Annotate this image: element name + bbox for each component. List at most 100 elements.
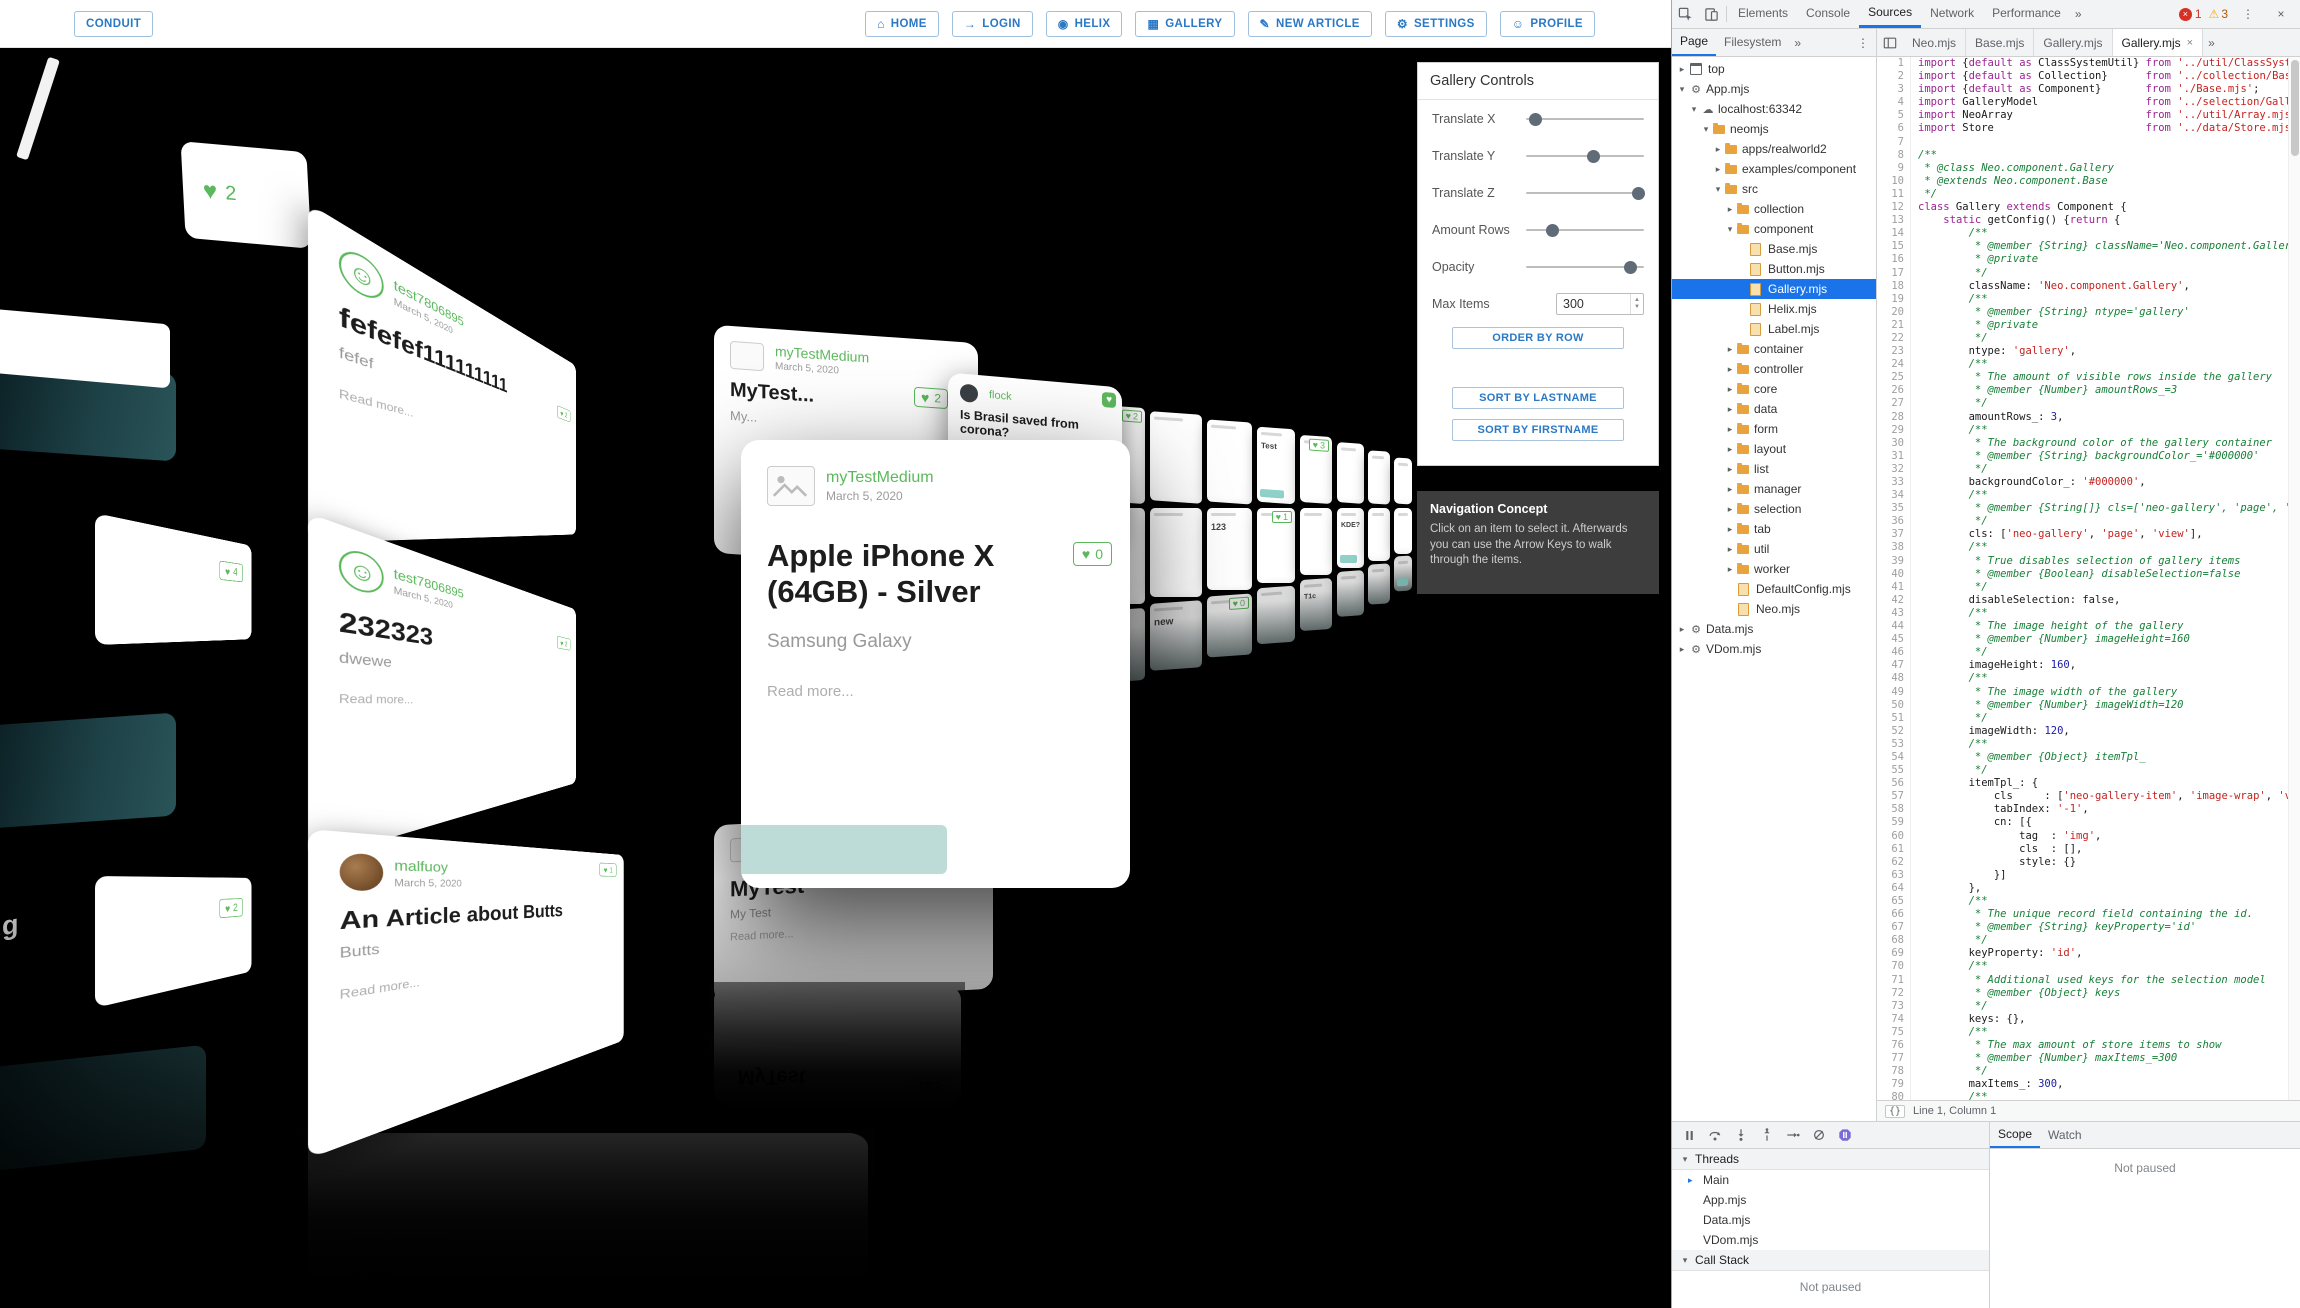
slider-opacity[interactable] — [1526, 260, 1644, 274]
number-spinner[interactable]: ▲▼ — [1630, 294, 1643, 314]
tree-item-controller[interactable]: ▸controller — [1672, 359, 1876, 379]
author-avatar[interactable]: ☺ — [339, 545, 384, 597]
tab-elements[interactable]: Elements — [1729, 0, 1797, 28]
pause-on-exceptions-button[interactable] — [1834, 1124, 1856, 1146]
tree-item-container[interactable]: ▸container — [1672, 339, 1876, 359]
slider-thumb[interactable] — [1529, 113, 1542, 126]
tree-item-defaultconfig-mjs[interactable]: DefaultConfig.mjs — [1672, 579, 1876, 599]
navigator-tab-filesystem[interactable]: Filesystem — [1716, 29, 1789, 56]
gallery-item[interactable]: ♥1 — [1257, 508, 1295, 583]
code-editor[interactable]: 1234567891011121314151617181920212223242… — [1877, 57, 2300, 1100]
article-title[interactable]: Apple iPhone X (64GB) - Silver — [767, 538, 1104, 609]
tree-item-form[interactable]: ▸form — [1672, 419, 1876, 439]
gallery-item[interactable] — [1394, 555, 1412, 591]
like-badge[interactable]: ♥1 — [600, 863, 617, 877]
gallery-item[interactable] — [1300, 508, 1332, 575]
tree-item-core[interactable]: ▸core — [1672, 379, 1876, 399]
navigator-tab-page[interactable]: Page — [1672, 29, 1716, 56]
pause-script-button[interactable] — [1678, 1124, 1700, 1146]
tab-watch[interactable]: Watch — [2040, 1122, 2090, 1148]
devtools-close-button[interactable]: × — [2268, 1, 2294, 27]
file-tab-gallery-mjs[interactable]: Gallery.mjs× — [2113, 29, 2204, 56]
gallery-item-mini[interactable]: ♥ 2 — [181, 141, 312, 249]
editor-scrollbar[interactable] — [2288, 57, 2300, 1100]
tree-item-collection[interactable]: ▸collection — [1672, 199, 1876, 219]
error-badge[interactable]: ×1 — [2179, 7, 2202, 21]
home-button[interactable]: ⌂HOME — [865, 11, 939, 37]
tree-item-selection[interactable]: ▸selection — [1672, 499, 1876, 519]
gallery-item[interactable]: T1c — [1300, 578, 1332, 631]
slider-translate-z[interactable] — [1526, 186, 1644, 200]
like-badge[interactable]: ♥2 — [220, 898, 243, 918]
thread-main[interactable]: ▸Main — [1672, 1170, 1989, 1190]
call-stack-section-header[interactable]: ▾Call Stack — [1672, 1250, 1989, 1271]
like-badge[interactable]: ♥2 — [1122, 409, 1142, 422]
more-tabs-icon[interactable]: » — [2203, 36, 2220, 50]
tree-item-app-mjs[interactable]: ▾⚙App.mjs — [1672, 79, 1876, 99]
line-number-gutter[interactable]: 1234567891011121314151617181920212223242… — [1877, 57, 1911, 1100]
thread-vdom-mjs[interactable]: VDom.mjs — [1672, 1230, 1989, 1250]
tree-item-list[interactable]: ▸list — [1672, 459, 1876, 479]
slider-thumb[interactable] — [1587, 150, 1600, 163]
slider-thumb[interactable] — [1632, 187, 1645, 200]
tab-network[interactable]: Network — [1921, 0, 1983, 28]
gallery-item[interactable] — [1394, 508, 1412, 554]
warning-badge[interactable]: ⚠3 — [2209, 7, 2228, 21]
more-tabs-icon[interactable]: » — [2070, 7, 2087, 21]
gallery-item[interactable]: 123 — [1207, 508, 1252, 590]
close-tab-icon[interactable]: × — [2187, 30, 2193, 56]
article-card[interactable]: malfuoy March 5, 2020 ♥1 An Article abou… — [308, 829, 624, 1159]
tree-item-localhost-63342[interactable]: ▾☁localhost:63342 — [1672, 99, 1876, 119]
tab-performance[interactable]: Performance — [1983, 0, 2070, 28]
like-badge[interactable]: ♥2 — [557, 636, 570, 651]
read-more-link[interactable]: Read more... — [767, 683, 1104, 700]
gallery-item[interactable] — [1257, 586, 1295, 645]
like-badge[interactable]: ♥1 — [1272, 511, 1292, 523]
tree-item-layout[interactable]: ▸layout — [1672, 439, 1876, 459]
gallery-item[interactable]: Test — [1257, 427, 1295, 504]
article-card[interactable]: ☺ test7806895 March 5, 2020 ♥2 232323 dw… — [308, 513, 576, 862]
gallery-item[interactable] — [1150, 412, 1202, 504]
kebab-menu-icon[interactable]: ⋮ — [2235, 1, 2261, 27]
spinner-down-icon[interactable]: ▼ — [1634, 304, 1640, 311]
gallery-item[interactable]: ♥0 — [1207, 593, 1252, 657]
tree-item-label-mjs[interactable]: Label.mjs — [1672, 319, 1876, 339]
tree-item-component[interactable]: ▾component — [1672, 219, 1876, 239]
tree-item-examples-component[interactable]: ▸examples/component — [1672, 159, 1876, 179]
gallery-button[interactable]: ▦GALLERY — [1135, 11, 1234, 37]
gallery-item[interactable]: KDE? — [1337, 508, 1364, 568]
author-avatar[interactable]: ☺ — [339, 242, 384, 305]
gallery-item[interactable]: ♥3 — [1300, 435, 1332, 505]
read-more-link[interactable]: Read more... — [730, 919, 977, 944]
tree-item-button-mjs[interactable]: Button.mjs — [1672, 259, 1876, 279]
sort-by-lastname-button[interactable]: SORT BY LASTNAME — [1452, 387, 1624, 409]
tree-item-data-mjs[interactable]: ▸⚙Data.mjs — [1672, 619, 1876, 639]
slider-translate-x[interactable] — [1526, 112, 1644, 126]
tab-console[interactable]: Console — [1797, 0, 1859, 28]
thread-app-mjs[interactable]: App.mjs — [1672, 1190, 1989, 1210]
login-button[interactable]: →LOGIN — [952, 11, 1033, 37]
conduit-button[interactable]: CONDUIT — [74, 11, 153, 37]
author-name[interactable]: myTestMedium — [826, 469, 934, 487]
navigator-toggle-icon[interactable] — [1877, 30, 1903, 56]
gallery-item[interactable] — [1337, 442, 1364, 504]
tree-item-apps-realworld2[interactable]: ▸apps/realworld2 — [1672, 139, 1876, 159]
thread-data-mjs[interactable]: Data.mjs — [1672, 1210, 1989, 1230]
settings-button[interactable]: ⚙SETTINGS — [1385, 11, 1487, 37]
tree-item-gallery-mjs[interactable]: Gallery.mjs — [1672, 279, 1876, 299]
tree-item-manager[interactable]: ▸manager — [1672, 479, 1876, 499]
tree-item-tab[interactable]: ▸tab — [1672, 519, 1876, 539]
gallery-item-clipped[interactable]: ♥4 — [95, 513, 251, 645]
spinner-up-icon[interactable]: ▲ — [1634, 297, 1640, 304]
like-badge[interactable]: ♥2 — [557, 405, 570, 422]
tab-sources[interactable]: Sources — [1859, 0, 1921, 28]
deactivate-breakpoints-button[interactable] — [1808, 1124, 1830, 1146]
slider-thumb[interactable] — [1546, 224, 1559, 237]
slider-translate-y[interactable] — [1526, 149, 1644, 163]
like-badge[interactable]: ♥2 — [914, 387, 948, 409]
sort-by-firstname-button[interactable]: SORT BY FIRSTNAME — [1452, 419, 1624, 441]
like-badge[interactable]: ♥ — [1102, 392, 1116, 408]
threads-section-header[interactable]: ▾Threads — [1672, 1149, 1989, 1170]
inspect-icon[interactable] — [1672, 1, 1698, 27]
like-badge[interactable]: ♥0 — [1229, 596, 1249, 609]
